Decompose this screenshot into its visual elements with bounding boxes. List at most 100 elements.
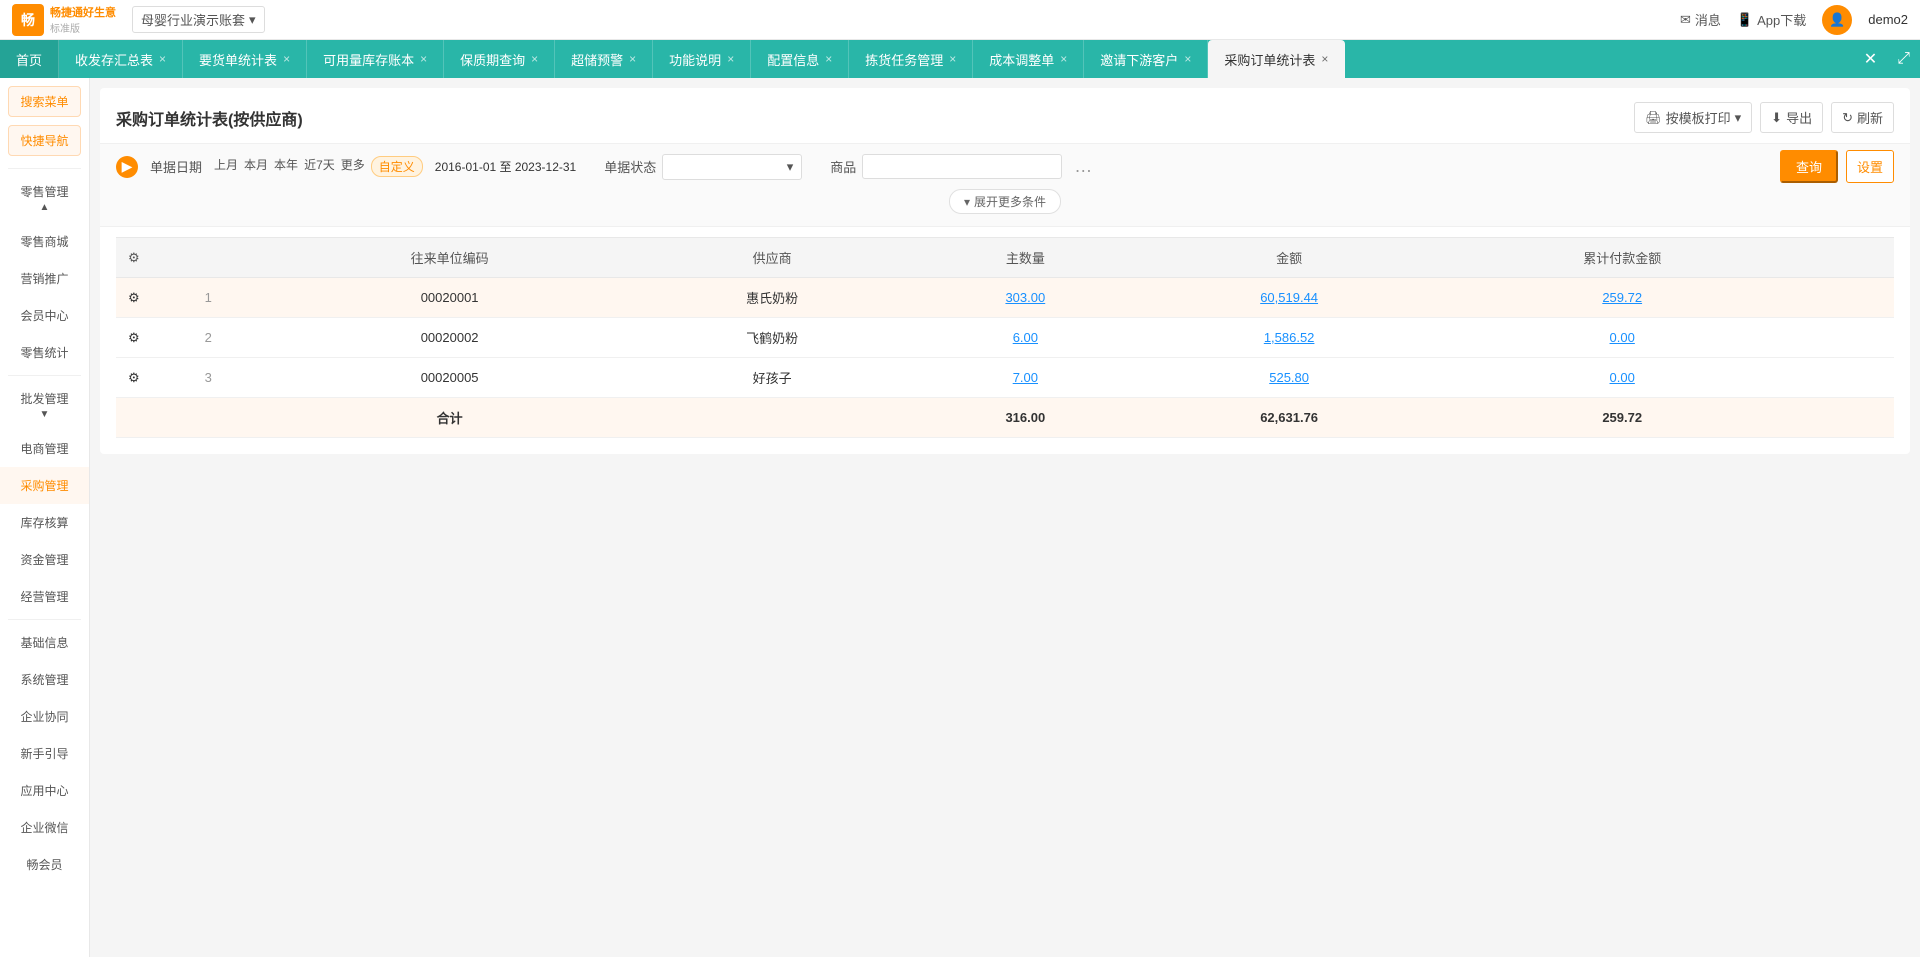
row-supplier: 飞鹤奶粉 [634, 318, 909, 358]
footer-row-num-col [152, 398, 265, 438]
close-icon[interactable]: × [531, 52, 538, 66]
shortcut-this-month[interactable]: 本月 [244, 156, 268, 177]
status-select[interactable]: ▾ [662, 154, 802, 180]
shortcut-last-7-days[interactable]: 近7天 [304, 156, 335, 177]
date-range-display[interactable]: 2016-01-01 至 2023-12-31 [435, 158, 576, 175]
shortcut-this-year[interactable]: 本年 [274, 156, 298, 177]
filter-toggle-button[interactable]: ▶ [116, 156, 138, 178]
maximize-button[interactable]: ⤢ [1887, 50, 1920, 68]
row-paid-amount[interactable]: 0.00 [1437, 318, 1807, 358]
shortcut-custom[interactable]: 自定义 [371, 156, 423, 177]
goods-label: 商品 [830, 157, 856, 176]
sidebar-item-finance[interactable]: 资金管理 [0, 541, 89, 578]
table-row: ⚙ 3 00020005 好孩子 7.00 525.80 0.00 [116, 358, 1894, 398]
col-extra [1807, 238, 1894, 278]
query-button[interactable]: 查询 [1780, 150, 1838, 183]
sidebar-item-retail-shop[interactable]: 零售商城 [0, 223, 89, 260]
shortcut-last-month[interactable]: 上月 [214, 156, 238, 177]
app-download-button[interactable]: 📱 App下载 [1737, 10, 1806, 29]
table-body: ⚙ 1 00020001 惠氏奶粉 303.00 60,519.44 259.7… [116, 278, 1894, 398]
sidebar-item-inventory[interactable]: 库存核算 [0, 504, 89, 541]
sidebar-item-batch-label: 批发管理 [20, 390, 68, 407]
col-main-qty: 主数量 [910, 238, 1141, 278]
more-options-icon[interactable]: … [1074, 156, 1092, 177]
sidebar-item-newbie-label: 新手引导 [20, 745, 68, 762]
user-name[interactable]: demo2 [1868, 12, 1908, 27]
tab-pick-task[interactable]: 拣货任务管理 × [849, 40, 973, 78]
tab-cost-adjust[interactable]: 成本调整单 × [973, 40, 1084, 78]
sidebar-search-area: 搜索菜单 [0, 78, 89, 125]
tab-function-desc[interactable]: 功能说明 × [653, 40, 751, 78]
sidebar-item-newbie[interactable]: 新手引导 [0, 735, 89, 772]
row-amount[interactable]: 1,586.52 [1141, 318, 1438, 358]
top-bar-right: ✉ 消息 📱 App下载 👤 demo2 [1680, 5, 1908, 35]
close-icon[interactable]: × [159, 52, 166, 66]
close-all-button[interactable]: ✕ [1854, 49, 1887, 69]
sidebar-item-collab[interactable]: 企业协同 [0, 698, 89, 735]
sidebar-item-purchase[interactable]: 采购管理 [0, 467, 89, 504]
close-icon[interactable]: × [1321, 52, 1328, 66]
settings-button[interactable]: 设置 [1846, 150, 1894, 183]
close-icon[interactable]: × [949, 52, 956, 66]
tab-receive-summary[interactable]: 收发存汇总表 × [59, 40, 183, 78]
export-button[interactable]: ⬇ 导出 [1760, 102, 1823, 133]
close-icon[interactable]: × [1060, 52, 1067, 66]
tab-invite-downstream[interactable]: 邀请下游客户 × [1084, 40, 1208, 78]
footer-extra-col [1807, 398, 1894, 438]
close-icon[interactable]: × [727, 52, 734, 66]
col-supplier: 供应商 [634, 238, 909, 278]
row-paid-amount[interactable]: 259.72 [1437, 278, 1807, 318]
row-main-qty[interactable]: 303.00 [910, 278, 1141, 318]
sidebar-item-app-center[interactable]: 应用中心 [0, 772, 89, 809]
refresh-button[interactable]: ↻ 刷新 [1831, 102, 1894, 133]
filter-row: ▶ 单据日期 上月 本月 本年 近7天 更多 自定义 2016-01-01 至 … [116, 150, 1894, 183]
search-menu-button[interactable]: 搜索菜单 [8, 86, 81, 117]
sidebar-item-batch[interactable]: 批发管理 ▼ [0, 380, 89, 430]
sidebar-item-basic[interactable]: 基础信息 [0, 624, 89, 661]
date-label: 单据日期 [150, 157, 202, 176]
sidebar-item-vip[interactable]: 畅会员 [0, 846, 89, 883]
row-amount[interactable]: 60,519.44 [1141, 278, 1438, 318]
workspace-selector[interactable]: 母婴行业演示账套 ▾ [132, 6, 265, 33]
message-button[interactable]: ✉ 消息 [1680, 10, 1721, 29]
sidebar-item-wechat[interactable]: 企业微信 [0, 809, 89, 846]
sidebar-item-retail-stats[interactable]: 零售统计 [0, 334, 89, 371]
close-icon[interactable]: × [1184, 52, 1191, 66]
close-icon[interactable]: × [283, 52, 290, 66]
quick-nav-button[interactable]: 快捷导航 [8, 125, 81, 156]
col-settings[interactable]: ⚙ [116, 238, 152, 278]
row-paid-amount[interactable]: 0.00 [1437, 358, 1807, 398]
sidebar-item-member[interactable]: 会员中心 [0, 297, 89, 334]
tab-overstock-alert[interactable]: 超储预警 × [555, 40, 653, 78]
user-avatar[interactable]: 👤 [1822, 5, 1852, 35]
tab-available-inventory[interactable]: 可用量库存账本 × [307, 40, 444, 78]
sidebar-item-system[interactable]: 系统管理 [0, 661, 89, 698]
row-main-qty[interactable]: 6.00 [910, 318, 1141, 358]
tab-expiry-query[interactable]: 保质期查询 × [444, 40, 555, 78]
tab-requisition-summary[interactable]: 要货单统计表 × [183, 40, 307, 78]
tab-purchase-summary[interactable]: 采购订单统计表 × [1208, 40, 1345, 78]
tab-home[interactable]: 首页 [0, 40, 59, 78]
row-main-qty[interactable]: 7.00 [910, 358, 1141, 398]
print-button[interactable]: 🖨 按模板打印 ▾ [1634, 102, 1752, 133]
shortcut-more[interactable]: 更多 [341, 156, 365, 177]
goods-input[interactable] [862, 154, 1062, 179]
col-amount: 金额 [1141, 238, 1438, 278]
sidebar-item-operation[interactable]: 经营管理 [0, 578, 89, 615]
sidebar-item-retail[interactable]: 零售管理 ▲ [0, 173, 89, 223]
row-amount[interactable]: 525.80 [1141, 358, 1438, 398]
table-row: ⚙ 1 00020001 惠氏奶粉 303.00 60,519.44 259.7… [116, 278, 1894, 318]
sidebar-item-marketing[interactable]: 营销推广 [0, 260, 89, 297]
row-settings[interactable]: ⚙ [116, 318, 152, 358]
sidebar-item-ecommerce[interactable]: 电商管理 [0, 430, 89, 467]
row-supplier: 好孩子 [634, 358, 909, 398]
close-icon[interactable]: × [420, 52, 427, 66]
expand-more-button[interactable]: ▾ 展开更多条件 [949, 189, 1061, 214]
footer-paid-amount: 259.72 [1437, 398, 1807, 438]
row-settings[interactable]: ⚙ [116, 278, 152, 318]
content-area: 采购订单统计表(按供应商) 🖨 按模板打印 ▾ ⬇ 导出 ↻ 刷新 [90, 78, 1920, 957]
row-settings[interactable]: ⚙ [116, 358, 152, 398]
close-icon[interactable]: × [629, 52, 636, 66]
tab-config-info[interactable]: 配置信息 × [751, 40, 849, 78]
close-icon[interactable]: × [825, 52, 832, 66]
